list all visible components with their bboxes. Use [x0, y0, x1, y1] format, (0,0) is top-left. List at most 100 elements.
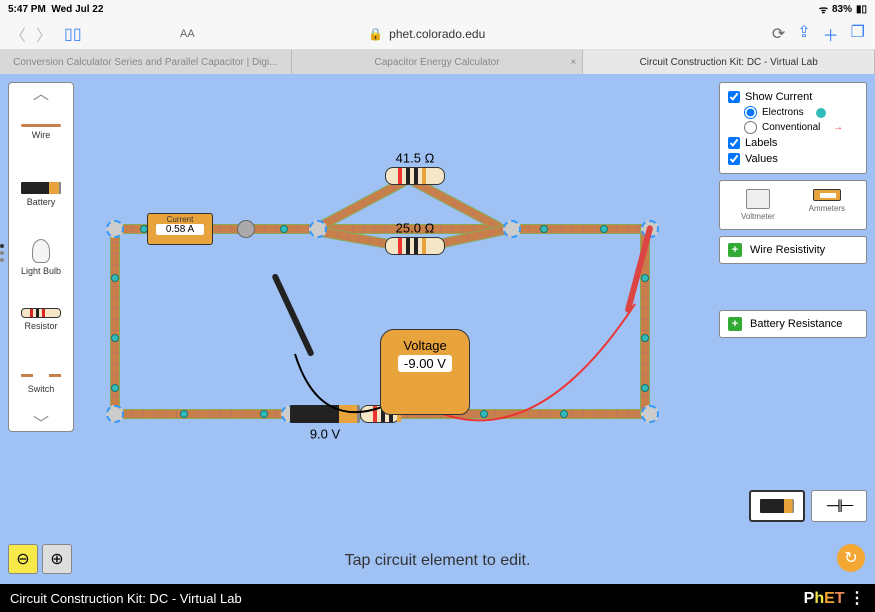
- values-check[interactable]: [728, 153, 740, 165]
- component-carousel: ︿ Wire Battery Light Bulb Resistor Switc…: [8, 82, 74, 432]
- new-tab-icon[interactable]: ＋: [823, 22, 839, 46]
- resistor-2[interactable]: [385, 237, 445, 255]
- ios-status-bar: 5:47 PM Wed Jul 22 ᯤ 83% ▮▯: [0, 0, 875, 18]
- zoom-out-button[interactable]: ⊖: [8, 544, 38, 574]
- bulb-icon: [32, 239, 50, 263]
- comp-resistor-label: Resistor: [24, 321, 57, 331]
- electrons-label: Electrons: [762, 107, 804, 118]
- lock-icon: 🔒: [368, 27, 383, 41]
- ammeter-tool[interactable]: Ammeters: [809, 189, 845, 221]
- browser-tabs: Conversion Calculator Series and Paralle…: [0, 50, 875, 74]
- node[interactable]: [106, 220, 124, 238]
- conventional-label: Conventional: [762, 122, 820, 133]
- show-current-check[interactable]: [728, 91, 740, 103]
- carousel-down[interactable]: ﹀: [9, 413, 73, 431]
- lifelike-view-button[interactable]: [749, 490, 805, 522]
- voltmeter-tool[interactable]: Voltmeter: [741, 189, 775, 221]
- resistor-2-label: 25.0 Ω: [396, 221, 435, 236]
- ammeter-label: Current: [167, 215, 194, 224]
- battery-percent: 83%: [832, 4, 852, 15]
- view-toggle-group: ⊣⊢: [749, 490, 867, 522]
- comp-wire-label: Wire: [32, 130, 51, 140]
- comp-switch-label: Switch: [28, 384, 55, 394]
- wire-icon: [21, 124, 61, 127]
- zoom-in-button[interactable]: ⊕: [42, 544, 72, 574]
- edit-hint: Tap circuit element to edit.: [345, 552, 531, 570]
- comp-wire[interactable]: Wire: [9, 101, 73, 163]
- forward-button[interactable]: 〉: [36, 22, 52, 46]
- comp-switch[interactable]: Switch: [9, 351, 73, 413]
- battery[interactable]: [290, 405, 360, 423]
- tab-1[interactable]: Capacitor Energy Calculator ×: [292, 50, 584, 74]
- comp-battery[interactable]: Battery: [9, 163, 73, 225]
- show-current-label: Show Current: [745, 91, 812, 103]
- node[interactable]: [237, 220, 255, 238]
- node[interactable]: [309, 220, 327, 238]
- carousel-up[interactable]: ︿: [9, 83, 73, 101]
- battery-label: 9.0 V: [310, 427, 340, 442]
- schematic-view-button[interactable]: ⊣⊢: [811, 490, 867, 522]
- tabs-icon[interactable]: ❐: [851, 22, 865, 46]
- resistor-icon: [21, 308, 61, 318]
- tab-1-label: Capacitor Energy Calculator: [374, 57, 499, 68]
- phet-logo[interactable]: PhET ⋮: [804, 588, 865, 608]
- comp-battery-label: Battery: [27, 197, 56, 207]
- node[interactable]: [503, 220, 521, 238]
- close-icon[interactable]: ×: [571, 57, 577, 68]
- tab-2[interactable]: Circuit Construction Kit: DC - Virtual L…: [583, 50, 875, 74]
- zoom-controls: ⊖ ⊕: [8, 544, 72, 574]
- labels-label: Labels: [745, 137, 777, 149]
- wire-resistivity-label: Wire Resistivity: [750, 244, 825, 256]
- comp-bulb-label: Light Bulb: [21, 266, 61, 276]
- plus-icon: +: [728, 243, 742, 257]
- share-icon[interactable]: ⇪: [797, 22, 810, 46]
- voltmeter-probe-black[interactable]: [271, 273, 314, 357]
- battery-icon: [21, 182, 61, 194]
- bookmarks-icon[interactable]: ▯▯: [64, 24, 82, 44]
- voltmeter-label: Voltage: [403, 338, 446, 353]
- status-time: 5:47 PM: [8, 4, 46, 15]
- ammeter[interactable]: Current 0.58 A: [147, 213, 213, 245]
- sim-footer: Circuit Construction Kit: DC - Virtual L…: [0, 584, 875, 612]
- node[interactable]: [641, 405, 659, 423]
- url-text[interactable]: phet.colorado.edu: [389, 27, 485, 41]
- phet-sim-area: ︿ Wire Battery Light Bulb Resistor Switc…: [0, 74, 875, 584]
- resistor-1-label: 41.5 Ω: [396, 151, 435, 166]
- ammeter-tool-label: Ammeters: [809, 204, 845, 213]
- tab-0-label: Conversion Calculator Series and Paralle…: [13, 57, 277, 68]
- switch-icon: [21, 369, 61, 381]
- schematic-icon: ⊣⊢: [825, 496, 852, 517]
- circuit-canvas[interactable]: Current 0.58 A 41.5 Ω 25.0 Ω 0 Ω 9.0 V V…: [80, 74, 715, 534]
- resistor-1[interactable]: [385, 167, 445, 185]
- comp-resistor[interactable]: Resistor: [9, 288, 73, 350]
- arrow-icon: →: [833, 122, 843, 133]
- comp-bulb[interactable]: Light Bulb: [9, 226, 73, 288]
- ammeter-icon: [813, 189, 841, 201]
- wire-resistivity-panel[interactable]: + Wire Resistivity: [719, 236, 867, 264]
- voltmeter[interactable]: Voltage -9.00 V: [380, 329, 470, 415]
- meters-panel: Voltmeter Ammeters: [719, 180, 867, 230]
- back-button[interactable]: 〈: [10, 22, 26, 46]
- electrons-radio[interactable]: [744, 106, 757, 119]
- electron-icon: [816, 108, 826, 118]
- battery-icon: ▮▯: [856, 4, 867, 15]
- values-label: Values: [745, 153, 778, 165]
- plus-icon: +: [728, 317, 742, 331]
- labels-check[interactable]: [728, 137, 740, 149]
- wifi-icon: ᯤ: [819, 2, 828, 16]
- reload-button[interactable]: ⟳: [772, 24, 785, 44]
- footer-title: Circuit Construction Kit: DC - Virtual L…: [10, 591, 242, 606]
- battery-icon: [760, 499, 794, 513]
- conventional-radio[interactable]: [744, 121, 757, 134]
- voltmeter-tool-label: Voltmeter: [741, 212, 775, 221]
- browser-toolbar: 〈 〉 ▯▯ AA 🔒 phet.colorado.edu ⟳ ⇪ ＋ ❐: [0, 18, 875, 50]
- battery-resistance-label: Battery Resistance: [750, 318, 842, 330]
- carousel-dots[interactable]: [0, 244, 4, 262]
- battery-resistance-panel[interactable]: + Battery Resistance: [719, 310, 867, 338]
- text-size-button[interactable]: AA: [180, 28, 195, 40]
- status-date: Wed Jul 22: [51, 4, 103, 15]
- reset-button[interactable]: ↻: [837, 544, 865, 572]
- node[interactable]: [106, 405, 124, 423]
- ammeter-value: 0.58 A: [156, 224, 204, 235]
- tab-0[interactable]: Conversion Calculator Series and Paralle…: [0, 50, 292, 74]
